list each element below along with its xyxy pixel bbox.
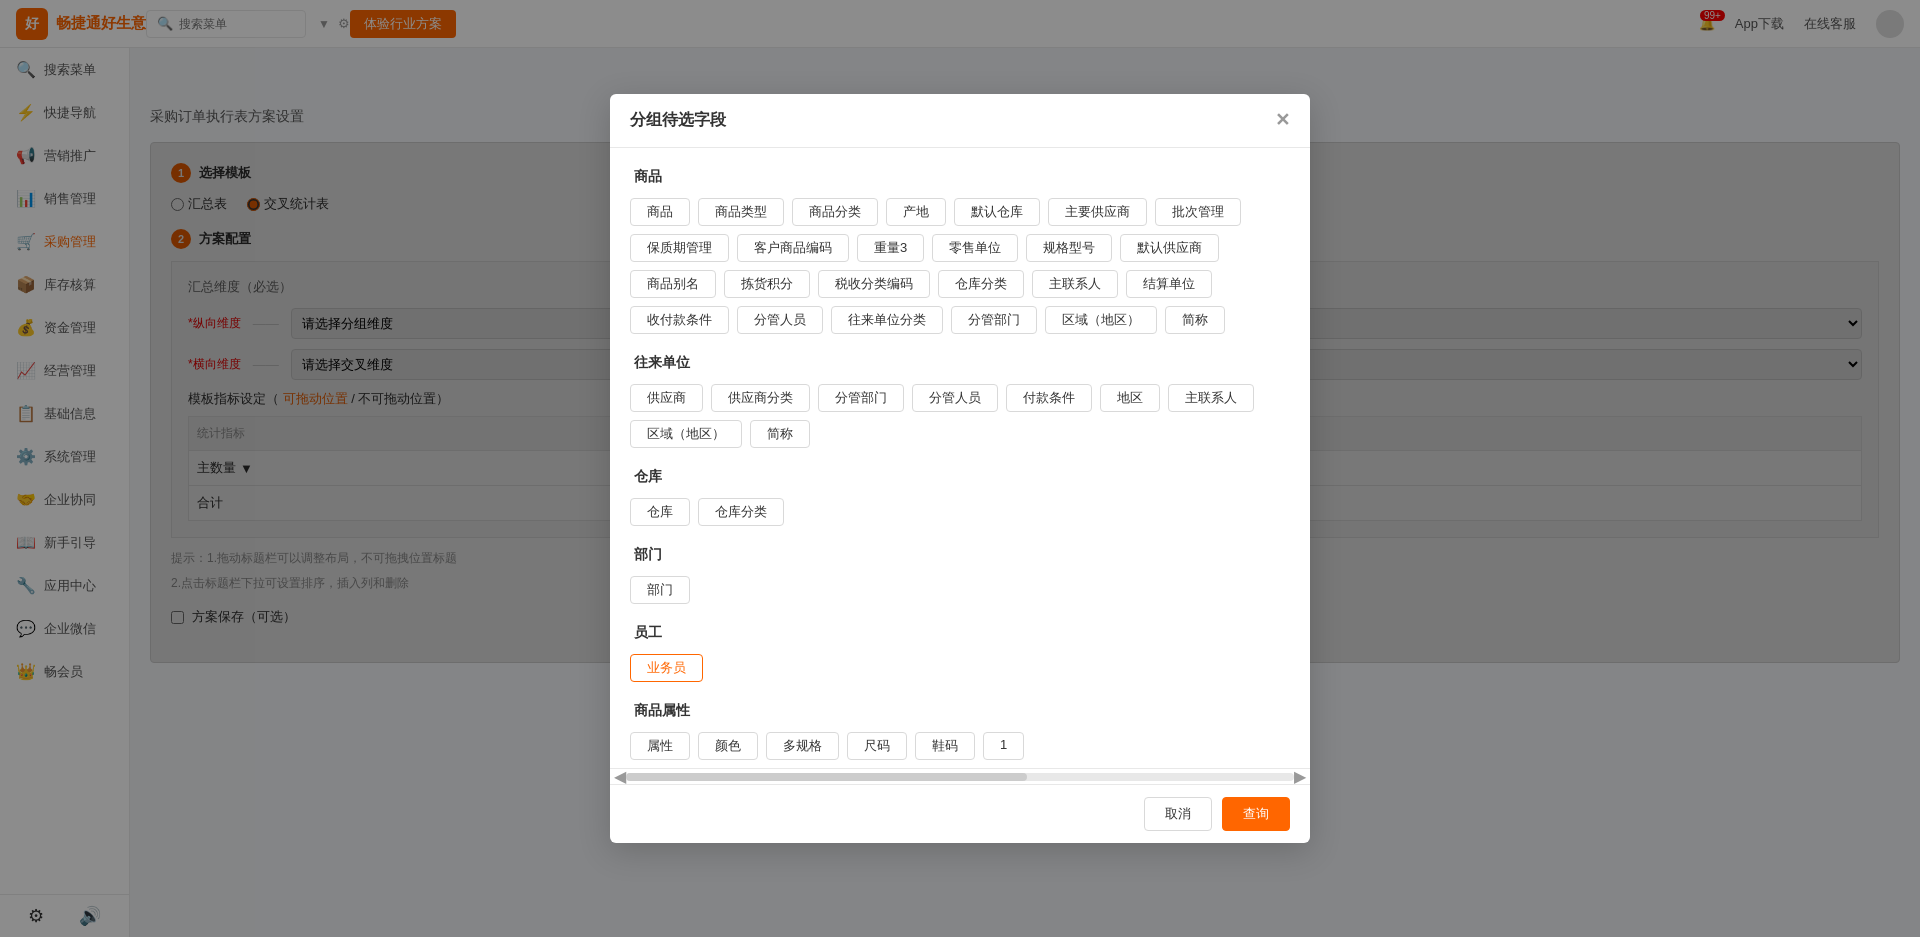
field-tag[interactable]: 批次管理 [1155, 198, 1241, 226]
field-tag[interactable]: 业务员 [630, 654, 703, 682]
field-tag[interactable]: 主联系人 [1032, 270, 1118, 298]
field-tag[interactable]: 供应商分类 [711, 384, 810, 412]
field-tag[interactable]: 属性 [630, 732, 690, 760]
section-product-attr: 商品属性 属性 颜色 多规格 尺码 鞋码 1 [630, 702, 1290, 760]
field-tag[interactable]: 简称 [1165, 306, 1225, 334]
field-tag[interactable]: 分管部门 [818, 384, 904, 412]
field-tag[interactable]: 供应商 [630, 384, 703, 412]
modal-footer: 取消 查询 [610, 784, 1310, 843]
field-tag[interactable]: 分管部门 [951, 306, 1037, 334]
field-tag[interactable]: 往来单位分类 [831, 306, 943, 334]
field-tag[interactable]: 多规格 [766, 732, 839, 760]
section-goods-title: 商品 [630, 168, 1290, 186]
field-tag[interactable]: 区域（地区） [1045, 306, 1157, 334]
field-tag[interactable]: 主要供应商 [1048, 198, 1147, 226]
field-tag[interactable]: 仓库分类 [938, 270, 1024, 298]
field-tag[interactable]: 保质期管理 [630, 234, 729, 262]
field-tag[interactable]: 地区 [1100, 384, 1160, 412]
field-tag[interactable]: 规格型号 [1026, 234, 1112, 262]
section-warehouse: 仓库 仓库 仓库分类 [630, 468, 1290, 526]
modal-scrollbar-bottom: ◀ ▶ [610, 768, 1310, 784]
modal-body: 商品 商品 商品类型 商品分类 产地 默认仓库 主要供应商 批次管理 保质期管理… [610, 148, 1310, 769]
section-partner: 往来单位 供应商 供应商分类 分管部门 分管人员 付款条件 地区 主联系人 区域… [630, 354, 1290, 448]
field-tag[interactable]: 结算单位 [1126, 270, 1212, 298]
employee-field-grid: 业务员 [630, 654, 1290, 682]
field-tag[interactable]: 商品类型 [698, 198, 784, 226]
field-tag[interactable]: 分管人员 [912, 384, 998, 412]
field-tag[interactable]: 默认仓库 [954, 198, 1040, 226]
field-tag[interactable]: 区域（地区） [630, 420, 742, 448]
field-tag[interactable]: 颜色 [698, 732, 758, 760]
field-tag[interactable]: 商品分类 [792, 198, 878, 226]
field-tag[interactable]: 鞋码 [915, 732, 975, 760]
modal-overlay: 分组待选字段 ✕ 商品 商品 商品类型 商品分类 产地 默认仓库 主要供应商 批… [0, 0, 1920, 937]
scrollbar-thumb[interactable] [626, 773, 1027, 781]
field-tag[interactable]: 仓库分类 [698, 498, 784, 526]
field-tag[interactable]: 简称 [750, 420, 810, 448]
section-department: 部门 部门 [630, 546, 1290, 604]
field-tag[interactable]: 仓库 [630, 498, 690, 526]
field-tag[interactable]: 商品别名 [630, 270, 716, 298]
field-tag[interactable]: 客户商品编码 [737, 234, 849, 262]
field-tag[interactable]: 付款条件 [1006, 384, 1092, 412]
modal-title: 分组待选字段 [630, 110, 726, 131]
section-employee: 员工 业务员 [630, 624, 1290, 682]
modal-cancel-btn[interactable]: 取消 [1144, 797, 1212, 831]
section-partner-title: 往来单位 [630, 354, 1290, 372]
field-tag[interactable]: 收付款条件 [630, 306, 729, 334]
field-tag[interactable]: 1 [983, 732, 1024, 760]
modal-close-btn[interactable]: ✕ [1275, 111, 1290, 129]
modal-confirm-btn[interactable]: 查询 [1222, 797, 1290, 831]
field-tag[interactable]: 产地 [886, 198, 946, 226]
section-department-title: 部门 [630, 546, 1290, 564]
section-goods: 商品 商品 商品类型 商品分类 产地 默认仓库 主要供应商 批次管理 保质期管理… [630, 168, 1290, 334]
field-tag[interactable]: 默认供应商 [1120, 234, 1219, 262]
modal: 分组待选字段 ✕ 商品 商品 商品类型 商品分类 产地 默认仓库 主要供应商 批… [610, 94, 1310, 844]
field-tag[interactable]: 拣货积分 [724, 270, 810, 298]
goods-field-grid: 商品 商品类型 商品分类 产地 默认仓库 主要供应商 批次管理 保质期管理 客户… [630, 198, 1290, 334]
department-field-grid: 部门 [630, 576, 1290, 604]
field-tag[interactable]: 分管人员 [737, 306, 823, 334]
product-attr-field-grid: 属性 颜色 多规格 尺码 鞋码 1 [630, 732, 1290, 760]
field-tag[interactable]: 商品 [630, 198, 690, 226]
modal-header: 分组待选字段 ✕ [610, 94, 1310, 148]
section-warehouse-title: 仓库 [630, 468, 1290, 486]
partner-field-grid: 供应商 供应商分类 分管部门 分管人员 付款条件 地区 主联系人 区域（地区） … [630, 384, 1290, 448]
section-product-attr-title: 商品属性 [630, 702, 1290, 720]
warehouse-field-grid: 仓库 仓库分类 [630, 498, 1290, 526]
scrollbar-track [626, 773, 1294, 781]
field-tag[interactable]: 税收分类编码 [818, 270, 930, 298]
field-tag[interactable]: 零售单位 [932, 234, 1018, 262]
field-tag[interactable]: 重量3 [857, 234, 924, 262]
field-tag[interactable]: 尺码 [847, 732, 907, 760]
section-employee-title: 员工 [630, 624, 1290, 642]
field-tag[interactable]: 部门 [630, 576, 690, 604]
field-tag[interactable]: 主联系人 [1168, 384, 1254, 412]
